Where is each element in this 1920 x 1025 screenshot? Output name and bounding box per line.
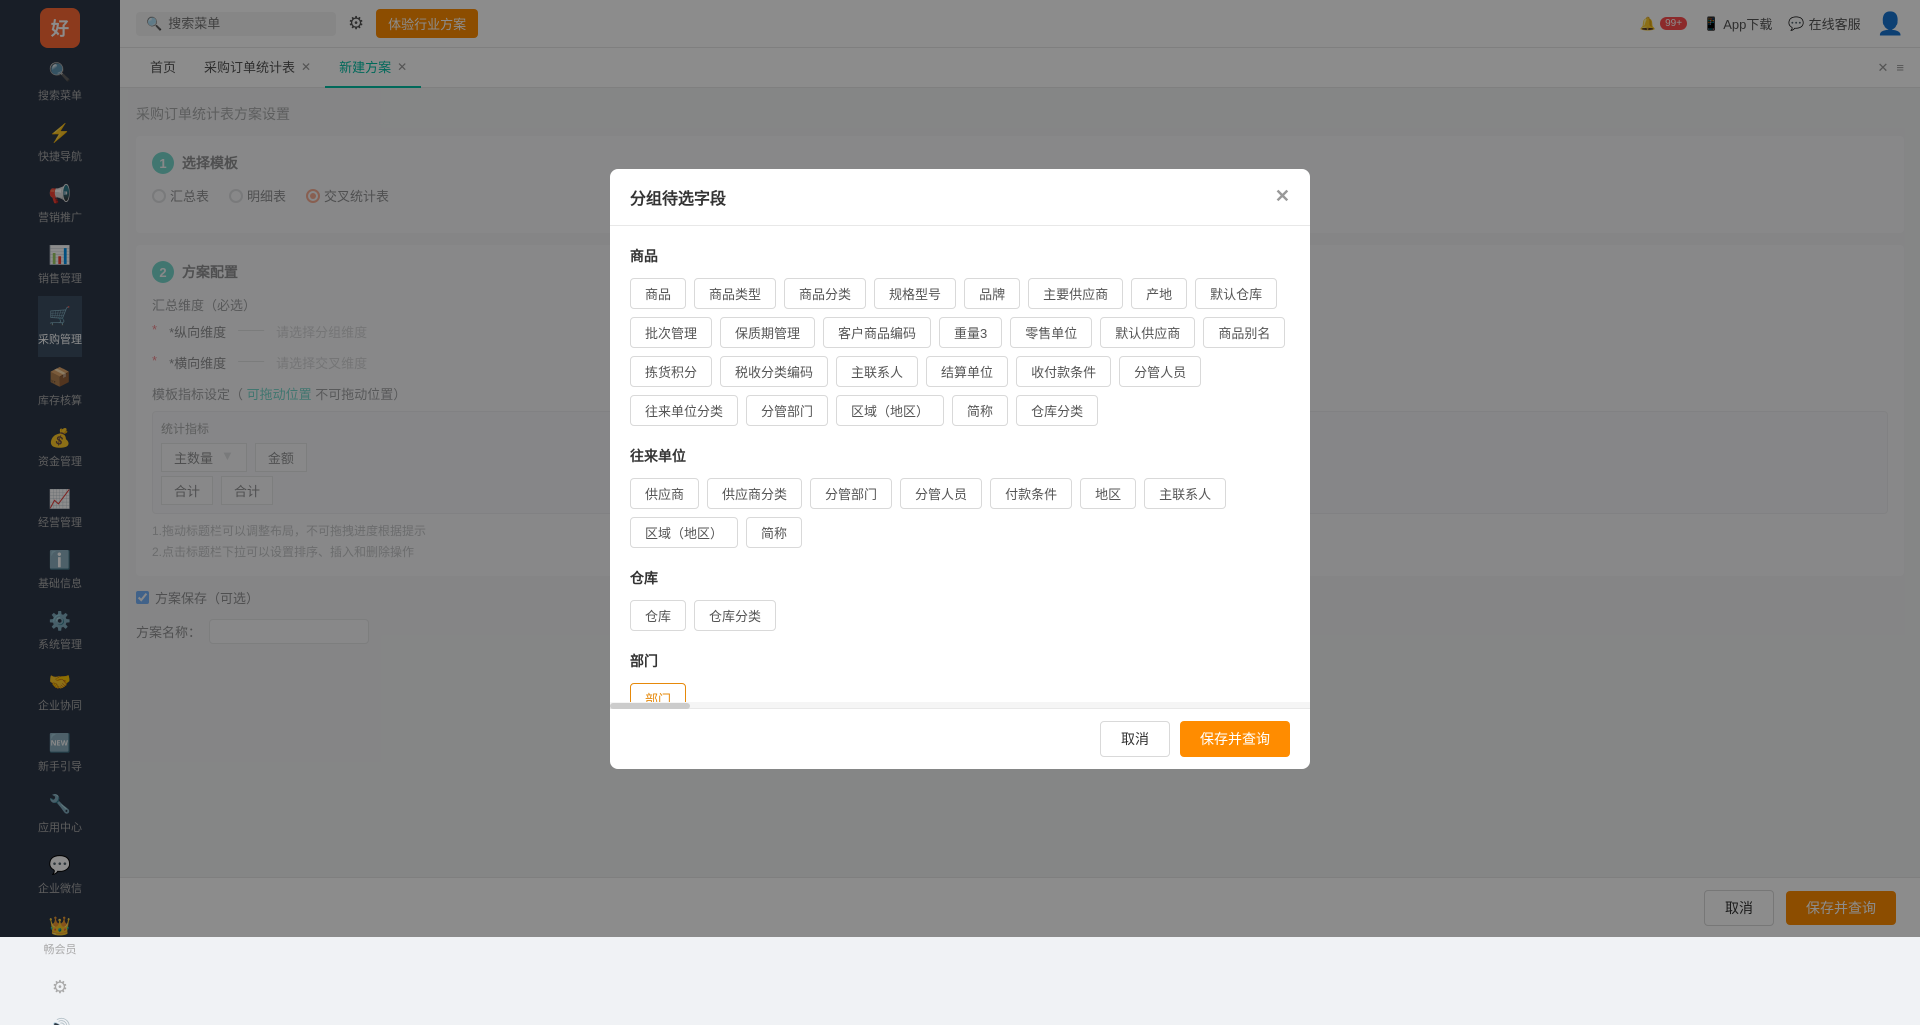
modal-cancel-btn[interactable]: 取消 xyxy=(1100,721,1170,757)
field-tag-product-20[interactable]: 分管人员 xyxy=(1119,356,1201,387)
field-tag-product-25[interactable]: 仓库分类 xyxy=(1016,395,1098,426)
field-tag-product-3[interactable]: 规格型号 xyxy=(874,278,956,309)
modal: 分组待选字段 ✕ 商品商品商品类型商品分类规格型号品牌主要供应商产地默认仓库批次… xyxy=(610,169,1310,769)
field-tag-partner-0[interactable]: 供应商 xyxy=(630,478,699,509)
field-tag-partner-4[interactable]: 付款条件 xyxy=(990,478,1072,509)
field-tag-product-16[interactable]: 税收分类编码 xyxy=(720,356,828,387)
field-tag-partner-6[interactable]: 主联系人 xyxy=(1144,478,1226,509)
field-section-warehouse: 仓库仓库仓库分类 xyxy=(630,568,1290,631)
field-tag-product-11[interactable]: 重量3 xyxy=(939,317,1002,348)
field-tag-partner-1[interactable]: 供应商分类 xyxy=(707,478,802,509)
field-tag-partner-5[interactable]: 地区 xyxy=(1080,478,1136,509)
field-tag-partner-2[interactable]: 分管部门 xyxy=(810,478,892,509)
section-title-department: 部门 xyxy=(630,651,1290,671)
modal-confirm-btn[interactable]: 保存并查询 xyxy=(1180,721,1290,757)
field-tag-product-13[interactable]: 默认供应商 xyxy=(1100,317,1195,348)
section-title-product: 商品 xyxy=(630,246,1290,266)
field-tag-product-5[interactable]: 主要供应商 xyxy=(1028,278,1123,309)
field-tag-partner-8[interactable]: 简称 xyxy=(746,517,802,548)
field-tag-product-2[interactable]: 商品分类 xyxy=(784,278,866,309)
field-tag-product-7[interactable]: 默认仓库 xyxy=(1195,278,1277,309)
modal-footer: 取消 保存并查询 xyxy=(610,708,1310,769)
field-tag-warehouse-0[interactable]: 仓库 xyxy=(630,600,686,631)
modal-header: 分组待选字段 ✕ xyxy=(610,169,1310,226)
field-tags-partner: 供应商供应商分类分管部门分管人员付款条件地区主联系人区域（地区） 简称 xyxy=(630,478,1290,548)
modal-body: 商品商品商品类型商品分类规格型号品牌主要供应商产地默认仓库批次管理保质期管理客户… xyxy=(610,226,1310,703)
field-tags-product: 商品商品类型商品分类规格型号品牌主要供应商产地默认仓库批次管理保质期管理客户商品… xyxy=(630,278,1290,426)
field-tag-product-8[interactable]: 批次管理 xyxy=(630,317,712,348)
field-tags-department: 部门 xyxy=(630,683,1290,703)
section-title-warehouse: 仓库 xyxy=(630,568,1290,588)
field-tag-product-4[interactable]: 品牌 xyxy=(964,278,1020,309)
modal-hscroll[interactable] xyxy=(610,702,1310,707)
field-tag-product-22[interactable]: 分管部门 xyxy=(746,395,828,426)
field-section-department: 部门部门 xyxy=(630,651,1290,703)
field-tag-partner-3[interactable]: 分管人员 xyxy=(900,478,982,509)
field-tag-product-21[interactable]: 往来单位分类 xyxy=(630,395,738,426)
modal-overlay: 分组待选字段 ✕ 商品商品商品类型商品分类规格型号品牌主要供应商产地默认仓库批次… xyxy=(0,0,1920,937)
field-tag-product-12[interactable]: 零售单位 xyxy=(1010,317,1092,348)
modal-title: 分组待选字段 xyxy=(630,185,726,209)
field-tag-warehouse-1[interactable]: 仓库分类 xyxy=(694,600,776,631)
section-title-partner: 往来单位 xyxy=(630,446,1290,466)
field-tag-product-19[interactable]: 收付款条件 xyxy=(1016,356,1111,387)
field-tag-product-15[interactable]: 拣货积分 xyxy=(630,356,712,387)
field-tag-product-0[interactable]: 商品 xyxy=(630,278,686,309)
field-tags-warehouse: 仓库仓库分类 xyxy=(630,600,1290,631)
field-section-product: 商品商品商品类型商品分类规格型号品牌主要供应商产地默认仓库批次管理保质期管理客户… xyxy=(630,246,1290,426)
field-tag-partner-7[interactable]: 区域（地区） xyxy=(630,517,738,548)
field-tag-product-18[interactable]: 结算单位 xyxy=(926,356,1008,387)
field-tag-product-24[interactable]: 简称 xyxy=(952,395,1008,426)
modal-close-btn[interactable]: ✕ xyxy=(1275,186,1290,207)
field-tag-product-14[interactable]: 商品别名 xyxy=(1203,317,1285,348)
field-tag-product-23[interactable]: 区域（地区） xyxy=(836,395,944,426)
field-tag-product-9[interactable]: 保质期管理 xyxy=(720,317,815,348)
field-section-partner: 往来单位供应商供应商分类分管部门分管人员付款条件地区主联系人区域（地区） 简称 xyxy=(630,446,1290,548)
hscroll-thumb xyxy=(610,703,690,709)
field-tag-product-1[interactable]: 商品类型 xyxy=(694,278,776,309)
field-tag-product-6[interactable]: 产地 xyxy=(1131,278,1187,309)
field-tag-product-17[interactable]: 主联系人 xyxy=(836,356,918,387)
field-tag-product-10[interactable]: 客户商品编码 xyxy=(823,317,931,348)
field-tag-department-0[interactable]: 部门 xyxy=(630,683,686,703)
